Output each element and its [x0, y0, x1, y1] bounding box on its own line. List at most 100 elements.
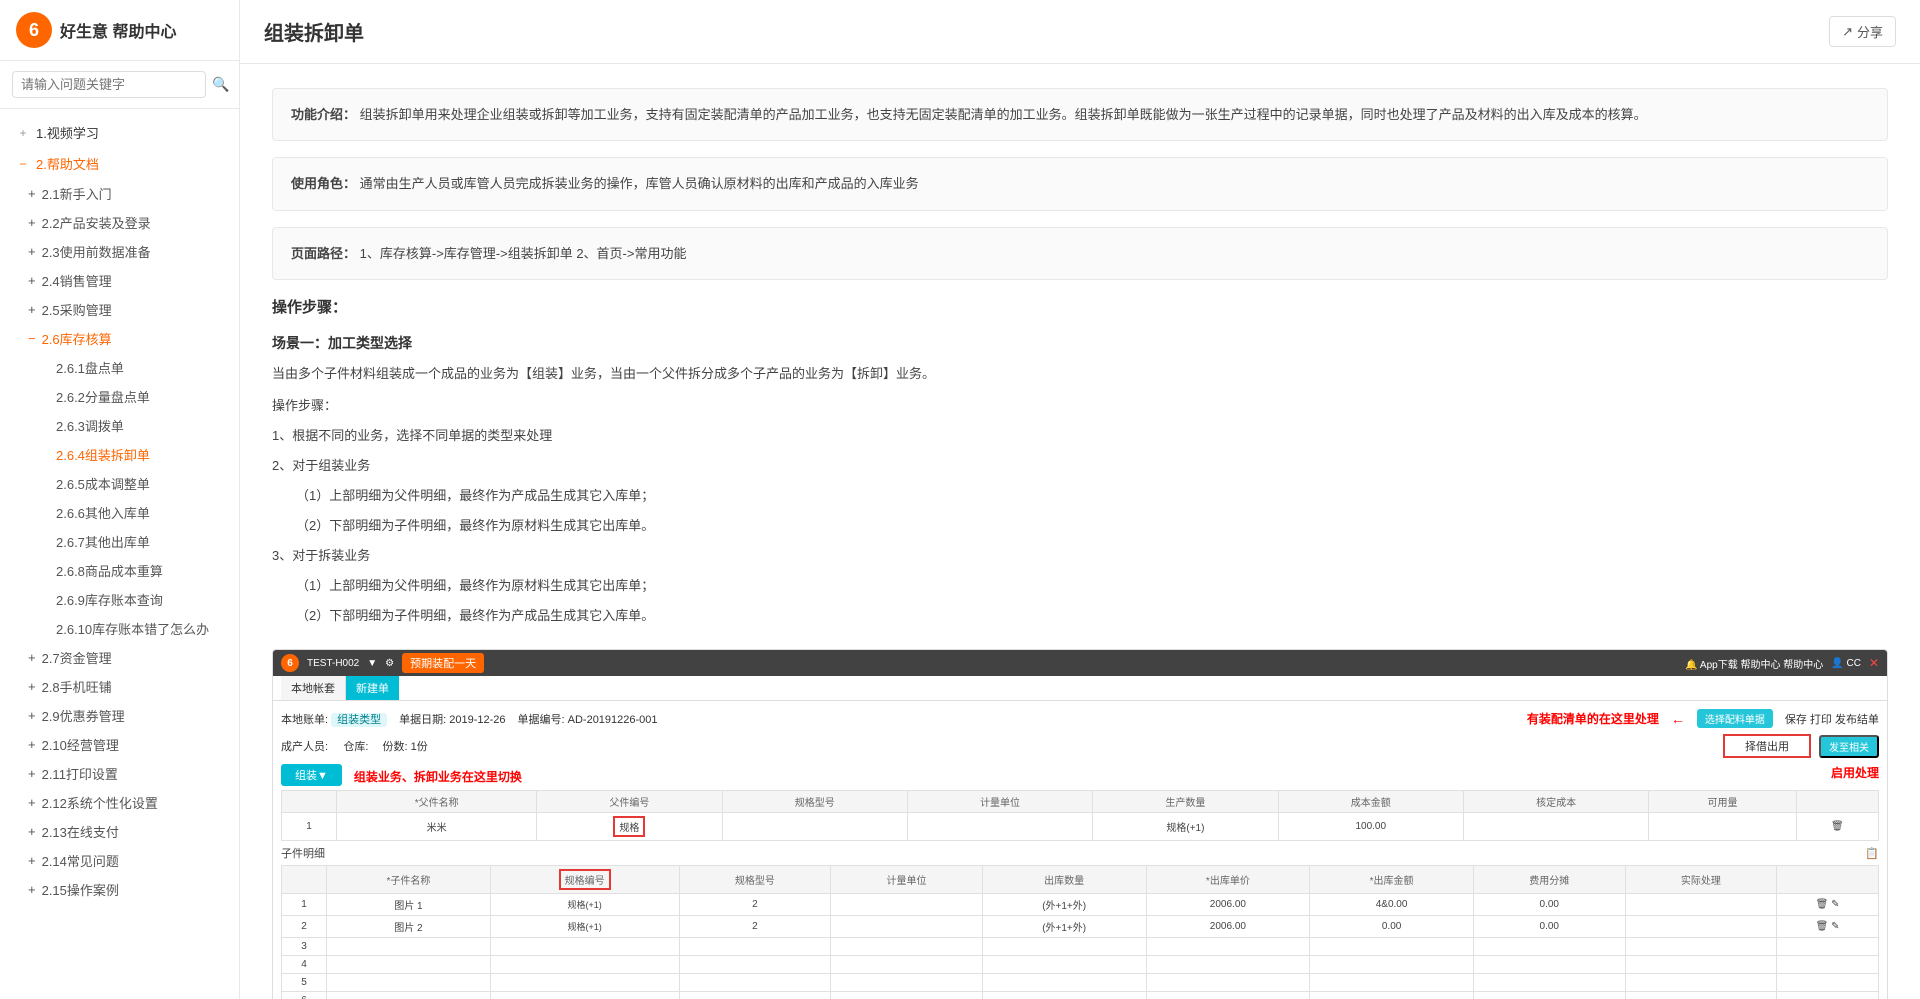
sidebar-item-help-docs[interactable]: − 2.帮助文档	[0, 148, 239, 179]
sidebar-item-2-6[interactable]: − 2.6库存核算	[28, 324, 239, 353]
sidebar-item-2-6-1[interactable]: 2.6.1盘点单	[56, 353, 239, 382]
nav-item-label: 2.6库存核算	[42, 329, 112, 348]
sidebar-item-video[interactable]: + 1.视频学习	[0, 117, 239, 148]
step-3-1: （1）上部明细为父件明细，最终作为原材料生成其它出库单；	[272, 573, 1888, 599]
annotation-3-text: 启用处理	[1831, 764, 1879, 781]
sub-col-act	[1777, 866, 1879, 894]
sidebar-item-2-6-8[interactable]: 2.6.8商品成本重算	[56, 556, 239, 585]
sidebar-item-2-15[interactable]: + 2.15操作案例	[28, 875, 239, 904]
mock-toggle-btn[interactable]: 组装▼	[281, 764, 342, 786]
mock-tab-new[interactable]: 新建单	[346, 676, 399, 700]
collapse-icon: −	[28, 331, 36, 346]
page-title: 组装拆卸单	[264, 17, 364, 46]
sidebar-item-2-1[interactable]: + 2.1新手入门	[28, 179, 239, 208]
cell-available	[1649, 813, 1797, 841]
sidebar-item-2-11[interactable]: + 2.11打印设置	[28, 759, 239, 788]
sidebar-item-2-13[interactable]: + 2.13在线支付	[28, 817, 239, 846]
sidebar-item-2-8[interactable]: + 2.8手机旺铺	[28, 672, 239, 701]
logo-text: 好生意 帮助中心	[60, 18, 176, 42]
user-role-label: 使用角色：	[291, 176, 356, 191]
sidebar-item-2-6-4[interactable]: 2.6.4组装拆卸单	[56, 440, 239, 469]
nav-item-label: 2.10经营管理	[42, 735, 119, 754]
sub-col-price: *出库单价	[1146, 866, 1310, 894]
sidebar-item-2-14[interactable]: + 2.14常见问题	[28, 846, 239, 875]
sub-col-name: *子件名称	[327, 866, 491, 894]
sub-col-cost: *出库金额	[1310, 866, 1474, 894]
share-button[interactable]: ↗ 分享	[1829, 16, 1896, 47]
mock-subform-row: 成产人员: 仓库: 份数: 1份 择借出用 发至相关	[281, 734, 1879, 758]
mock-form-area: 本地账单: 组装类型 单据日期: 2019-12-26 单据编号: AD-201…	[273, 701, 1887, 999]
mock-settings-icon: ⚙	[385, 658, 394, 669]
nav-tree: + 1.视频学习 − 2.帮助文档 + 2.1新手入门 + 2.2产品安装及登录…	[0, 109, 239, 999]
expand-icon: +	[28, 273, 36, 288]
sidebar-item-2-6-5[interactable]: 2.6.5成本调整单	[56, 469, 239, 498]
cell-cost-amt: 100.00	[1278, 813, 1463, 841]
sub-col-no: 规格编号	[490, 866, 679, 894]
sub-col-status: 实际处理	[1625, 866, 1777, 894]
sidebar-item-2-6-2[interactable]: 2.6.2分量盘点单	[56, 382, 239, 411]
sidebar-item-2-4[interactable]: + 2.4销售管理	[28, 266, 239, 295]
sidebar-item-2-2[interactable]: + 2.2产品安装及登录	[28, 208, 239, 237]
sidebar-item-2-12[interactable]: + 2.12系统个性化设置	[28, 788, 239, 817]
sub-col-avail: 费用分摊	[1473, 866, 1625, 894]
feature-intro-text: 组装拆卸单用来处理企业组装或拆卸等加工业务，支持有固定装配清单的产品加工业务，也…	[360, 107, 1647, 122]
step-3: 3、对于拆装业务	[272, 543, 1888, 569]
search-input[interactable]	[12, 71, 206, 98]
search-button[interactable]: 🔍	[212, 76, 229, 93]
cell-fixed-cost	[1463, 813, 1648, 841]
sidebar-item-2-5[interactable]: + 2.5采购管理	[28, 295, 239, 324]
sidebar-item-2-9[interactable]: + 2.9优惠券管理	[28, 701, 239, 730]
mock-child-table: *子件名称 规格编号 规格型号 计量单位 出库数量 *出库单价 *出库金额 费用…	[281, 865, 1879, 999]
sidebar-item-2-3[interactable]: + 2.3使用前数据准备	[28, 237, 239, 266]
step-1: 1、根据不同的业务，选择不同单据的类型来处理	[272, 423, 1888, 449]
annotation-1: 有装配清单的在这里处理	[1527, 710, 1659, 727]
sub-col-unit: 计量单位	[831, 866, 983, 894]
mock-tab-local[interactable]: 本地帐套	[281, 676, 346, 700]
expand-icon: +	[28, 795, 36, 810]
mock-close-icon: ✕	[1869, 656, 1879, 670]
content-area: 功能介绍： 组装拆卸单用来处理企业组装或拆卸等加工业务，支持有固定装配清单的产品…	[240, 64, 1920, 999]
operation-steps-title: 操作步骤：	[272, 296, 1888, 317]
sidebar-item-2-10[interactable]: + 2.10经营管理	[28, 730, 239, 759]
expand-icon: +	[28, 853, 36, 868]
nav-item-label: 2.6.10库存账本错了怎么办	[56, 619, 209, 638]
nav-item-label: 2.5采购管理	[42, 300, 112, 319]
nav-item-label: 2.6.4组装拆卸单	[56, 445, 150, 464]
col-cost: 成本金额	[1278, 791, 1463, 813]
table-row-child-3: 3	[282, 938, 1879, 956]
mock-confirm-btn[interactable]: 发至相关	[1819, 735, 1879, 758]
sidebar-item-label: 1.视频学习	[36, 123, 99, 142]
nav-sub-help: + 2.1新手入门 + 2.2产品安装及登录 + 2.3使用前数据准备 + 2.…	[0, 179, 239, 904]
expand-icon: +	[28, 737, 36, 752]
nav-item-label: 2.14常见问题	[42, 851, 119, 870]
sidebar-item-2-6-9[interactable]: 2.6.9库存账本查询	[56, 585, 239, 614]
table-row-child-4: 4	[282, 956, 1879, 974]
steps-header: 操作步骤：	[272, 393, 1888, 419]
sidebar-item-2-6-7[interactable]: 2.6.7其他出库单	[56, 527, 239, 556]
nav-item-label: 2.6.8商品成本重算	[56, 561, 163, 580]
cell-no: 规格	[537, 813, 722, 841]
share-label: 分享	[1857, 22, 1883, 41]
expand-icon: +	[28, 215, 36, 230]
step-2: 2、对于组装业务	[272, 453, 1888, 479]
mock-orange-button: 预期装配一天	[402, 653, 484, 673]
col-checkbox	[282, 791, 337, 813]
screenshot-container: 6 TEST-H002 ▼ ⚙ 预期装配一天 🔔 App下载 帮助中心 帮助中心…	[272, 649, 1888, 999]
mock-field-box: 择借出用	[1723, 734, 1811, 758]
sidebar-item-2-7[interactable]: + 2.7资金管理	[28, 643, 239, 672]
cell-row-actions: 🗑	[1796, 813, 1878, 841]
mock-app: 6 TEST-H002 ▼ ⚙ 预期装配一天 🔔 App下载 帮助中心 帮助中心…	[273, 650, 1887, 999]
form-label-count: 成产人员: 仓库:	[281, 738, 375, 754]
sidebar-item-2-6-10[interactable]: 2.6.10库存账本错了怎么办	[56, 614, 239, 643]
form-action-icons: 保存 打印 发布结单	[1785, 711, 1879, 727]
sidebar-item-2-6-3[interactable]: 2.6.3调拨单	[56, 411, 239, 440]
sidebar-item-2-6-6[interactable]: 2.6.6其他入库单	[56, 498, 239, 527]
nav-sub-2-6: 2.6.1盘点单 2.6.2分量盘点单 2.6.3调拨单 2.6.4组装拆卸单 …	[28, 353, 239, 643]
nav-item-label: 2.1新手入门	[42, 184, 112, 203]
expand-icon: +	[28, 302, 36, 317]
col-spec: 规格型号	[722, 791, 907, 813]
form-label-no: 单据编号: AD-20191226-001	[518, 711, 658, 727]
page-path-block: 页面路径： 1、库存核算->库存管理->组装拆卸单 2、首页->常用功能	[272, 227, 1888, 280]
step-2-2: （2）下部明细为子件明细，最终作为原材料生成其它出库单。	[272, 513, 1888, 539]
nav-item-label: 2.11打印设置	[42, 764, 118, 783]
